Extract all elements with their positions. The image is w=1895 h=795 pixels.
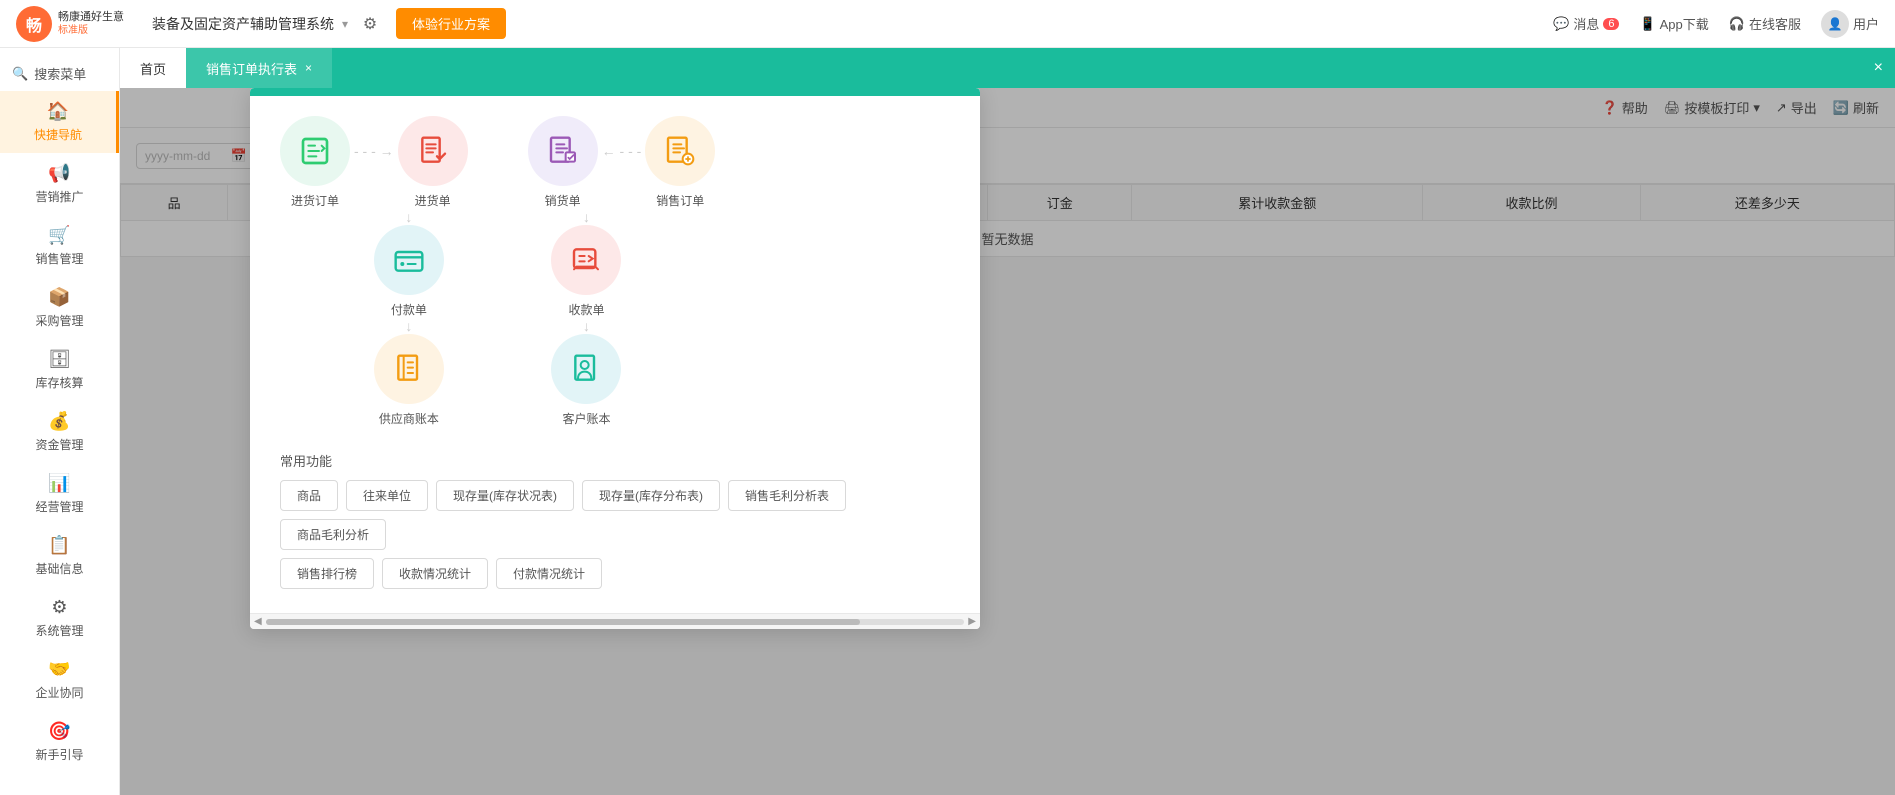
sidebar-item-quicknav[interactable]: 🏠 快捷导航 bbox=[0, 91, 119, 153]
operations-icon: 📊 bbox=[48, 473, 70, 494]
marketing-icon: 📢 bbox=[48, 163, 70, 184]
func-btn-stock-status[interactable]: 现存量(库存状况表) bbox=[436, 480, 574, 511]
header-right: 💬 消息 6 📱 App下载 🎧 在线客服 👤 用户 bbox=[1553, 10, 1879, 38]
flow-item-sales-slip[interactable]: 销货单 bbox=[528, 116, 598, 209]
sidebar-item-basic-info[interactable]: 📋 基础信息 bbox=[0, 525, 119, 587]
settings-icon[interactable]: ⚙ bbox=[356, 10, 384, 38]
top-header: 畅 畅康通好生意 标准版 装备及固定资产辅助管理系统 ▾ ⚙ 体验行业方案 💬 … bbox=[0, 0, 1895, 48]
online-service-button[interactable]: 🎧 在线客服 bbox=[1729, 14, 1801, 33]
app-download-button[interactable]: 📱 App下载 bbox=[1639, 14, 1708, 33]
popup-scrollbar[interactable]: ◀ ▶ bbox=[250, 613, 980, 629]
sidebar-item-newbie[interactable]: 🎯 新手引导 bbox=[0, 711, 119, 773]
flow-item-purchase-order[interactable]: 进货订单 bbox=[280, 116, 350, 209]
flow-item-receipt[interactable]: 收款单 bbox=[551, 225, 621, 318]
purchase-icon: 📦 bbox=[48, 287, 70, 308]
try-industry-button[interactable]: 体验行业方案 bbox=[396, 8, 506, 39]
func-buttons-row1: 商品 往来单位 现存量(库存状况表) 现存量(库存分布表) 销售毛利分析表 商品… bbox=[280, 480, 950, 550]
common-func-title: 常用功能 bbox=[280, 451, 950, 470]
phone-icon: 📱 bbox=[1639, 16, 1655, 32]
flow-item-payment[interactable]: 付款单 bbox=[374, 225, 444, 318]
sidebar-item-collab[interactable]: 🤝 企业协同 bbox=[0, 649, 119, 711]
tab-bar-close-button[interactable]: × bbox=[1874, 59, 1883, 77]
sidebar-item-sales[interactable]: 🛒 销售管理 bbox=[0, 215, 119, 277]
finance-icon: 💰 bbox=[48, 411, 70, 432]
purchase-order-icon bbox=[280, 116, 350, 186]
sidebar-item-operations[interactable]: 📊 经营管理 bbox=[0, 463, 119, 525]
scrollbar-track bbox=[266, 619, 965, 625]
tab-home[interactable]: 首页 bbox=[120, 48, 186, 88]
func-buttons-row2: 销售排行榜 收款情况统计 付款情况统计 bbox=[280, 558, 950, 589]
sidebar-item-purchase[interactable]: 📦 采购管理 bbox=[0, 277, 119, 339]
home-icon: 🏠 bbox=[47, 101, 69, 122]
func-btn-receipt-stats[interactable]: 收款情况统计 bbox=[382, 558, 488, 589]
newbie-icon: 🎯 bbox=[48, 721, 70, 742]
flow-item-sales-order[interactable]: 销售订单 bbox=[645, 116, 715, 209]
func-btn-payment-stats[interactable]: 付款情况统计 bbox=[496, 558, 602, 589]
avatar-icon: 👤 bbox=[1821, 10, 1849, 38]
popup-header-bar bbox=[250, 88, 980, 96]
tab-close-icon[interactable]: × bbox=[305, 61, 312, 75]
func-btn-sales-ranking[interactable]: 销售排行榜 bbox=[280, 558, 374, 589]
system-icon: ⚙ bbox=[51, 597, 67, 618]
quick-nav-popup: 进货订单 - - - → bbox=[250, 88, 980, 629]
sidebar-item-system[interactable]: ⚙ 系统管理 bbox=[0, 587, 119, 649]
system-title: 装备及固定资产辅助管理系统 ▾ bbox=[152, 14, 348, 34]
sidebar-item-marketing[interactable]: 📢 营销推广 bbox=[0, 153, 119, 215]
customer-ledger-icon bbox=[551, 334, 621, 404]
sidebar: 🔍 搜索菜单 🏠 快捷导航 📢 营销推广 🛒 销售管理 📦 采购管理 🗄 库存核… bbox=[0, 48, 120, 795]
scroll-right-arrow[interactable]: ▶ bbox=[968, 616, 976, 627]
func-btn-product[interactable]: 商品 bbox=[280, 480, 338, 511]
scroll-left-arrow[interactable]: ◀ bbox=[254, 616, 262, 627]
flow-item-purchase-slip[interactable]: 进货单 bbox=[398, 116, 468, 209]
purchase-slip-icon bbox=[398, 116, 468, 186]
search-icon: 🔍 bbox=[12, 66, 28, 82]
message-badge: 6 bbox=[1603, 18, 1619, 30]
popup-body: 进货订单 - - - → bbox=[250, 96, 980, 613]
basic-info-icon: 📋 bbox=[48, 535, 70, 556]
page-area: ❓ 帮助 🖨 按模板打印 ▾ ↗ 导出 🔄 刷新 bbox=[120, 88, 1895, 795]
headset-icon: 🎧 bbox=[1729, 16, 1745, 32]
inventory-icon: 🗄 bbox=[48, 349, 71, 370]
func-btn-stock-dist[interactable]: 现存量(库存分布表) bbox=[582, 480, 720, 511]
message-icon: 💬 bbox=[1553, 16, 1569, 32]
func-btn-product-margin[interactable]: 商品毛利分析 bbox=[280, 519, 386, 550]
flow-item-supplier-ledger[interactable]: 供应商账本 bbox=[374, 334, 444, 427]
receipt-icon bbox=[551, 225, 621, 295]
sidebar-item-finance[interactable]: 💰 资金管理 bbox=[0, 401, 119, 463]
supplier-ledger-icon bbox=[374, 334, 444, 404]
func-btn-sales-margin[interactable]: 销售毛利分析表 bbox=[728, 480, 846, 511]
logo-icon: 畅 bbox=[16, 6, 52, 42]
user-avatar[interactable]: 👤 用户 bbox=[1821, 10, 1879, 38]
logo-area: 畅 畅康通好生意 标准版 bbox=[16, 6, 136, 42]
main-content: 首页 销售订单执行表 × × ❓ 帮助 🖨 按模板打印 ▾ bbox=[120, 48, 1895, 795]
search-menu-button[interactable]: 🔍 搜索菜单 bbox=[0, 56, 119, 91]
dropdown-arrow-icon: ▾ bbox=[342, 17, 348, 31]
tab-sales-order[interactable]: 销售订单执行表 × bbox=[186, 48, 332, 88]
tab-bar: 首页 销售订单执行表 × × bbox=[120, 48, 1895, 88]
sales-slip-icon bbox=[528, 116, 598, 186]
message-button[interactable]: 💬 消息 6 bbox=[1553, 14, 1619, 33]
sidebar-item-inventory[interactable]: 🗄 库存核算 bbox=[0, 339, 119, 401]
main-layout: 🔍 搜索菜单 🏠 快捷导航 📢 营销推广 🛒 销售管理 📦 采购管理 🗄 库存核… bbox=[0, 48, 1895, 795]
collab-icon: 🤝 bbox=[48, 659, 70, 680]
func-btn-contacts[interactable]: 往来单位 bbox=[346, 480, 428, 511]
payment-icon bbox=[374, 225, 444, 295]
system-title-area: 装备及固定资产辅助管理系统 ▾ ⚙ 体验行业方案 bbox=[136, 8, 1553, 39]
logo-text: 畅康通好生意 标准版 bbox=[58, 10, 124, 37]
flow-item-customer-ledger[interactable]: 客户账本 bbox=[551, 334, 621, 427]
scrollbar-thumb bbox=[266, 619, 860, 625]
sales-order-icon bbox=[645, 116, 715, 186]
overlay: 进货订单 - - - → bbox=[120, 88, 1895, 795]
sales-icon: 🛒 bbox=[48, 225, 70, 246]
